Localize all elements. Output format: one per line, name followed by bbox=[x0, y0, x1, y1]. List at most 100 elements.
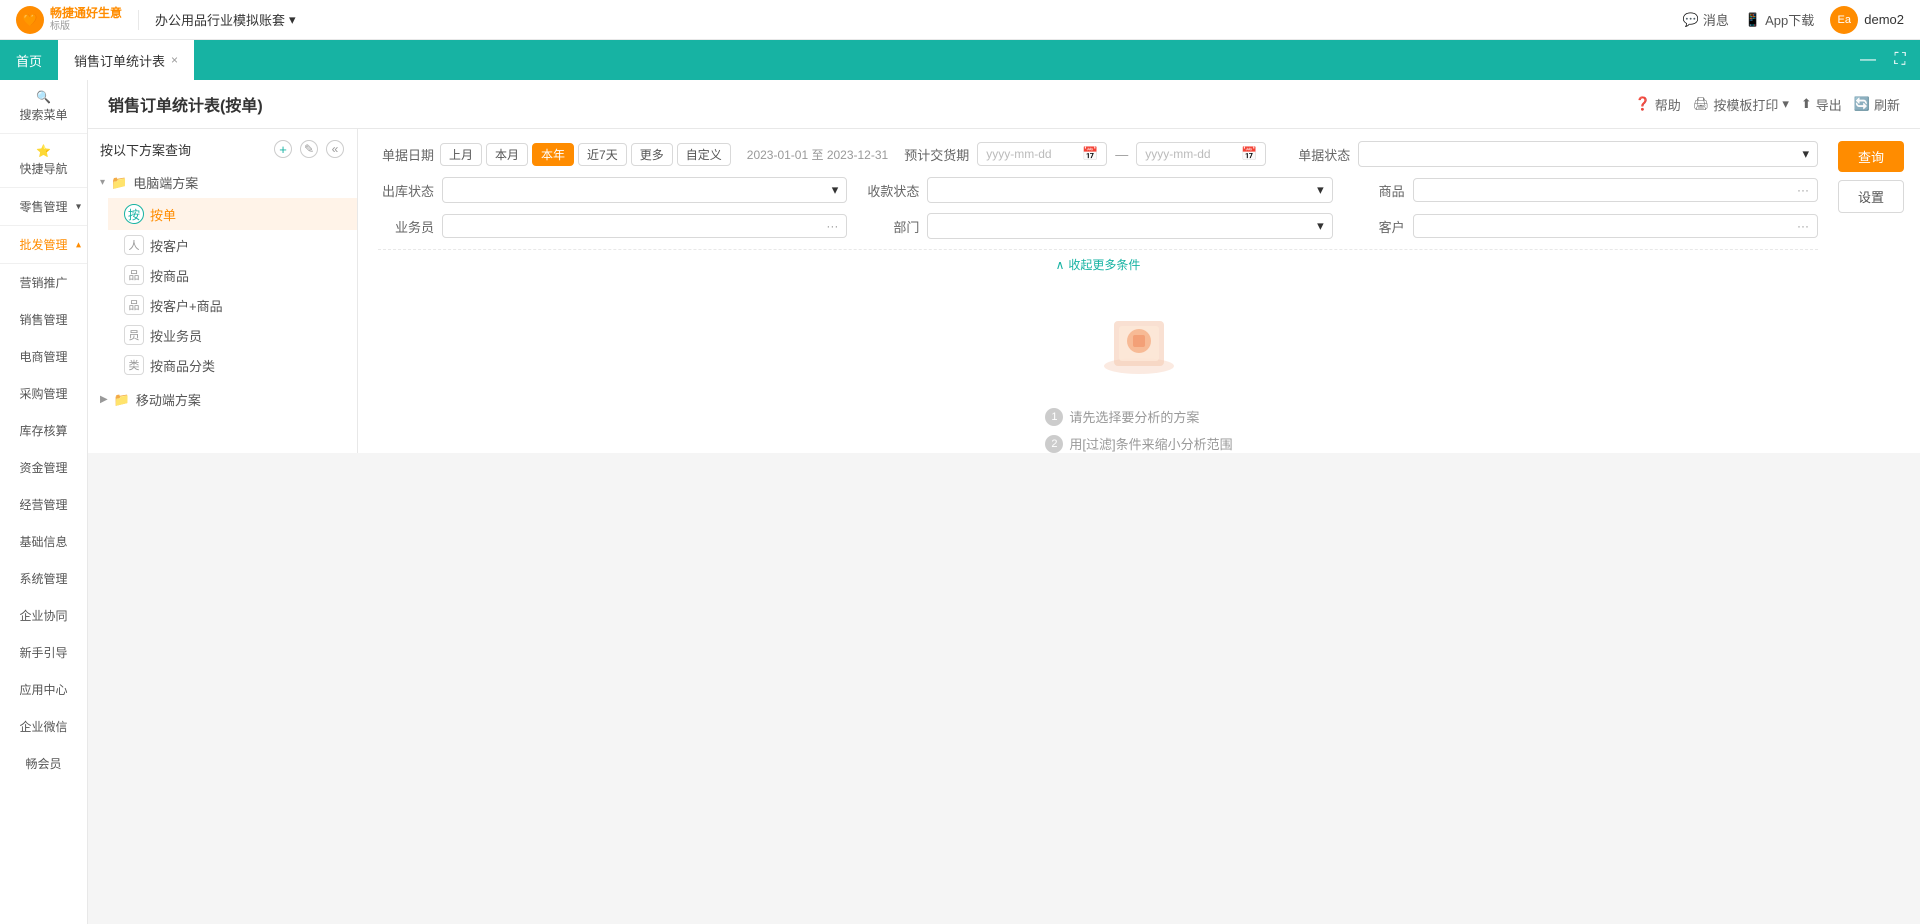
sidebar-search-menu[interactable]: 🔍 搜索菜单 bbox=[0, 80, 87, 134]
collapse-btn[interactable]: ∧ 收起更多条件 bbox=[378, 249, 1818, 279]
filter-main: 单据日期 上月 本月 本年 近7天 更多 自定义 2023 bbox=[358, 129, 1838, 291]
out-status-select[interactable]: ▾ bbox=[442, 177, 847, 203]
help-btn[interactable]: ❓ 帮助 bbox=[1635, 95, 1681, 114]
salesperson-select[interactable]: ··· bbox=[442, 214, 847, 238]
sidebar-item-member[interactable]: 畅会员 bbox=[0, 745, 87, 782]
sidebar-item-inventory[interactable]: 库存核算 bbox=[0, 412, 87, 449]
sidebar-item-retail[interactable]: 零售管理 ▾ bbox=[0, 188, 87, 226]
goods-select[interactable]: ··· bbox=[1413, 178, 1818, 202]
payment-status-select[interactable]: ▾ bbox=[927, 177, 1332, 203]
operations-label: 经营管理 bbox=[19, 496, 67, 513]
tab-active[interactable]: 销售订单统计表 × bbox=[58, 40, 194, 80]
tab-maximize-btn[interactable]: ⛶ bbox=[1888, 48, 1912, 72]
date-last7-btn[interactable]: 近7天 bbox=[578, 143, 627, 166]
payment-status-label: 收款状态 bbox=[863, 181, 919, 200]
collapse-circle-icon[interactable]: « bbox=[326, 140, 344, 158]
scheme-collapse-btn[interactable]: « bbox=[325, 139, 345, 159]
sidebar-item-sales[interactable]: 销售管理 bbox=[0, 301, 87, 338]
scheme-add-btn[interactable]: + bbox=[273, 139, 293, 159]
message-label: 消息 bbox=[1703, 10, 1729, 29]
sidebar-item-apps[interactable]: 应用中心 bbox=[0, 671, 87, 708]
sidebar-item-purchase[interactable]: 采购管理 bbox=[0, 375, 87, 412]
empty-state: 1 请先选择要分析的方案 2 用[过滤]条件来缩小分析范围 bbox=[358, 291, 1920, 453]
calendar-start-icon: 📅 bbox=[1082, 146, 1098, 162]
scheme-panel-header: 按以下方案查询 + ✎ « bbox=[88, 139, 357, 167]
scheme-by-salesperson[interactable]: 员 按业务员 bbox=[108, 320, 357, 350]
sidebar-item-wholesale[interactable]: 批发管理 ▴ bbox=[0, 226, 87, 264]
date-start-placeholder: yyyy-mm-dd bbox=[986, 147, 1051, 161]
message-btn[interactable]: 💬 消息 bbox=[1683, 10, 1729, 29]
query-btn[interactable]: 查询 bbox=[1838, 141, 1904, 172]
date-this-year-btn[interactable]: 本年 bbox=[532, 143, 574, 166]
wholesale-arrow: ▴ bbox=[76, 239, 81, 250]
out-status-label: 出库状态 bbox=[378, 181, 434, 200]
workspace-selector[interactable]: 办公用品行业模拟账套 ▾ bbox=[155, 10, 296, 29]
ecommerce-label: 电商管理 bbox=[19, 348, 67, 365]
sidebar-quick-nav[interactable]: ⭐ 快捷导航 bbox=[0, 134, 87, 188]
export-btn[interactable]: ⬆ 导出 bbox=[1801, 95, 1842, 114]
goods-more-icon[interactable]: ··· bbox=[1797, 183, 1809, 197]
tree-children: 按 按单 人 按客户 品 按商品 品 按客户+商品 bbox=[88, 198, 357, 380]
customer-select[interactable]: ··· bbox=[1413, 214, 1818, 238]
salesperson-group: 业务员 ··· bbox=[378, 214, 847, 238]
user-area[interactable]: Ea demo2 bbox=[1830, 6, 1904, 34]
sidebar-item-enterprise[interactable]: 企业协同 bbox=[0, 597, 87, 634]
sales-label: 销售管理 bbox=[19, 311, 67, 328]
filter-row-2: 出库状态 ▾ 收款状态 ▾ bbox=[378, 177, 1818, 203]
refresh-btn[interactable]: 🔄 刷新 bbox=[1854, 95, 1900, 114]
goods-label: 商品 bbox=[1349, 181, 1405, 200]
goods-group: 商品 ··· bbox=[1349, 178, 1818, 202]
scheme-actions: + ✎ « bbox=[273, 139, 345, 159]
scheme-edit-btn[interactable]: ✎ bbox=[299, 139, 319, 159]
settings-btn[interactable]: 设置 bbox=[1838, 180, 1904, 213]
filter-row-3: 业务员 ··· 部门 ▾ bbox=[378, 213, 1818, 239]
sidebar-item-system[interactable]: 系统管理 bbox=[0, 560, 87, 597]
export-icon: ⬆ bbox=[1801, 96, 1812, 112]
tree-expand-arrow: ▾ bbox=[100, 177, 105, 188]
scheme-by-customer[interactable]: 人 按客户 bbox=[108, 230, 357, 260]
template-print-btn[interactable]: 🖨 按模板打印 ▾ bbox=[1693, 95, 1789, 114]
date-more-btn[interactable]: 更多 bbox=[631, 143, 673, 166]
enterprise-label: 企业协同 bbox=[19, 607, 67, 624]
date-last-month-btn[interactable]: 上月 bbox=[440, 143, 482, 166]
customer-more-icon[interactable]: ··· bbox=[1797, 219, 1809, 233]
salesperson-more-icon[interactable]: ··· bbox=[826, 219, 838, 233]
tip1-text: 请先选择要分析的方案 bbox=[1069, 407, 1199, 426]
department-select[interactable]: ▾ bbox=[927, 213, 1332, 239]
edit-circle-icon[interactable]: ✎ bbox=[300, 140, 318, 158]
purchase-label: 采购管理 bbox=[19, 385, 67, 402]
tab-home[interactable]: 首页 bbox=[0, 40, 58, 80]
retail-arrow: ▾ bbox=[76, 201, 81, 212]
department-group: 部门 ▾ bbox=[863, 213, 1332, 239]
sidebar-item-ecommerce[interactable]: 电商管理 bbox=[0, 338, 87, 375]
wholesale-label: 批发管理 bbox=[19, 236, 67, 253]
tree-pc-schemes[interactable]: ▾ 📁 电脑端方案 bbox=[88, 167, 357, 198]
tab-close-icon[interactable]: × bbox=[171, 53, 178, 67]
collapse-arrow-icon: ∧ bbox=[1056, 258, 1065, 272]
scheme-by-customer-goods[interactable]: 品 按客户+商品 bbox=[108, 290, 357, 320]
bill-status-select[interactable]: ▾ bbox=[1358, 141, 1818, 167]
app-download-btn[interactable]: 📱 App下载 bbox=[1745, 10, 1814, 29]
mobile-folder-icon: 📁 bbox=[114, 392, 130, 408]
out-status-group: 出库状态 ▾ bbox=[378, 177, 847, 203]
sidebar-item-basic[interactable]: 基础信息 bbox=[0, 523, 87, 560]
sidebar-item-operations[interactable]: 经营管理 bbox=[0, 486, 87, 523]
date-custom-btn[interactable]: 自定义 bbox=[677, 143, 731, 166]
scheme-by-category[interactable]: 类 按商品分类 bbox=[108, 350, 357, 380]
tree-mobile-schemes[interactable]: ▶ 📁 移动端方案 bbox=[88, 384, 357, 415]
add-circle-icon[interactable]: + bbox=[274, 140, 292, 158]
tab-minimize-btn[interactable]: — bbox=[1856, 48, 1880, 72]
top-bar-right: 💬 消息 📱 App下载 Ea demo2 bbox=[1683, 6, 1904, 34]
bill-status-label: 单据状态 bbox=[1298, 145, 1350, 164]
date-this-month-btn[interactable]: 本月 bbox=[486, 143, 528, 166]
logo-area: 🧡 畅捷通好生意 标版 bbox=[16, 6, 122, 34]
sidebar-item-wechat[interactable]: 企业微信 bbox=[0, 708, 87, 745]
scheme-by-goods[interactable]: 品 按商品 bbox=[108, 260, 357, 290]
sidebar-item-marketing[interactable]: 营销推广 bbox=[0, 264, 87, 301]
sidebar: 🔍 搜索菜单 ⭐ 快捷导航 零售管理 ▾ 批发管理 ▴ 营销推广 销售管理 电商… bbox=[0, 80, 88, 924]
expected-date-start[interactable]: yyyy-mm-dd 📅 bbox=[977, 142, 1107, 166]
expected-date-end[interactable]: yyyy-mm-dd 📅 bbox=[1136, 142, 1266, 166]
sidebar-item-newbie[interactable]: 新手引导 bbox=[0, 634, 87, 671]
scheme-by-order[interactable]: 按 按单 bbox=[108, 198, 357, 230]
sidebar-item-finance[interactable]: 资金管理 bbox=[0, 449, 87, 486]
